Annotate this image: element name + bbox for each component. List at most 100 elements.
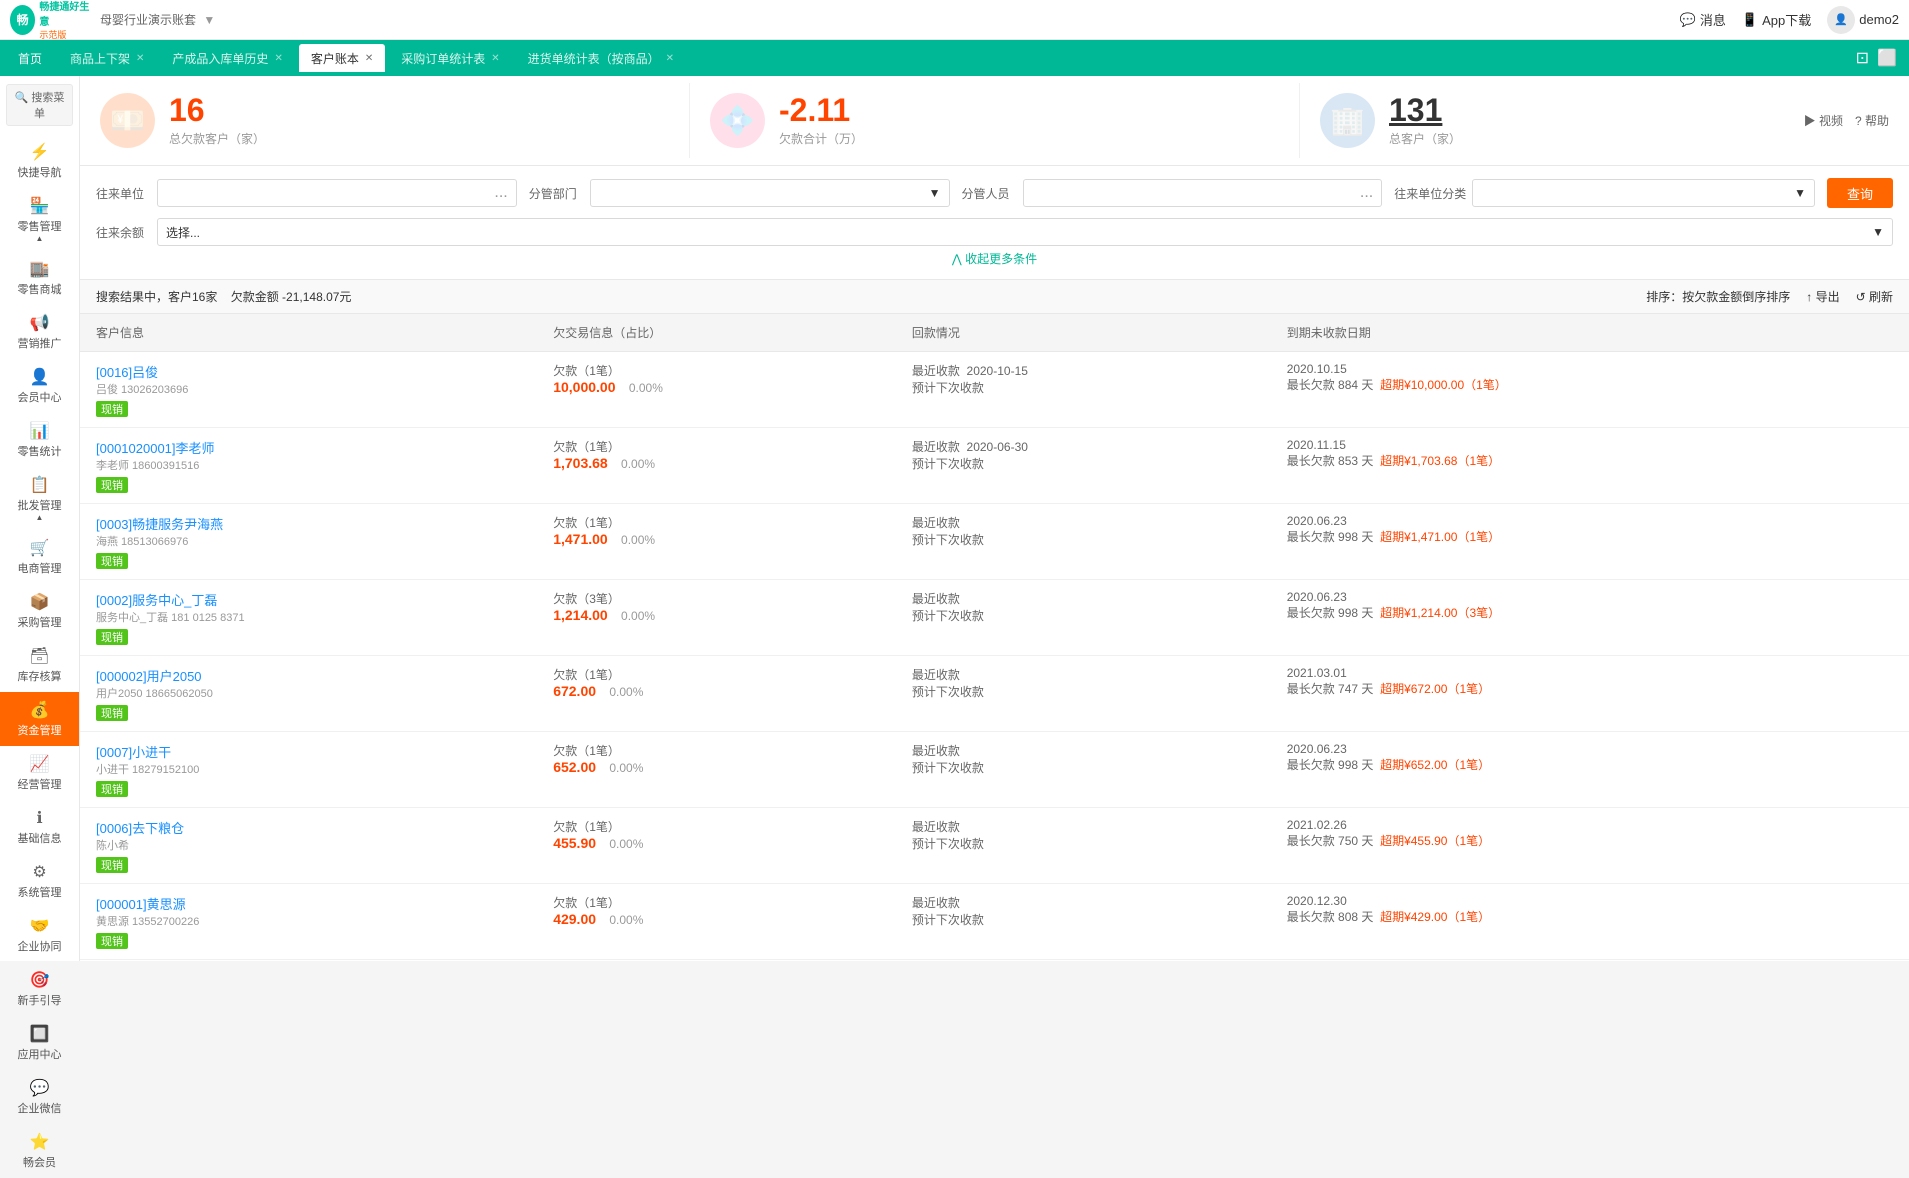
overdue-amount-link[interactable]: 超期¥1,214.00（3笔） bbox=[1380, 606, 1500, 620]
sidebar-item-inventory[interactable]: 🗃 库存核算 bbox=[0, 638, 79, 692]
tab-product-history[interactable]: 产成品入库单历史 ✕ bbox=[160, 44, 294, 72]
overdue-amount-link[interactable]: 超期¥429.00（1笔） bbox=[1380, 910, 1490, 924]
window-restore-button[interactable]: ⊡ bbox=[1856, 48, 1869, 68]
tab-home[interactable]: 首页 bbox=[6, 44, 54, 72]
search-button[interactable]: 查询 bbox=[1827, 178, 1893, 208]
debt-info-cell: 欠款（1笔） 672.00 0.00% bbox=[537, 656, 896, 732]
stat-icon-total-customers: 🏢 bbox=[1320, 93, 1375, 148]
collection-cell: 最近收款 预计下次收款 bbox=[896, 808, 1271, 884]
next-collect-label: 预计下次收款 bbox=[912, 381, 984, 395]
filter-row-1: 往来单位 ... 分管部门 ▼ 分管人员 bbox=[96, 178, 1893, 208]
customer-name-link[interactable]: [000002]用户2050 bbox=[96, 669, 202, 684]
window-maximize-button[interactable]: ⬜ bbox=[1877, 48, 1897, 68]
table-row: [0007]小进干 小进干 18279152100 现销 欠款（1笔） 652.… bbox=[80, 732, 1909, 808]
due-date: 2020.06.23 bbox=[1287, 742, 1347, 756]
customer-name-link[interactable]: [0001020001]李老师 bbox=[96, 441, 215, 456]
table-row: [0016]吕俊 吕俊 13026203696 现销 欠款（1笔） 10,000… bbox=[80, 352, 1909, 428]
customer-name-link[interactable]: [0006]去下粮仓 bbox=[96, 821, 184, 836]
from-unit-label: 往来单位 bbox=[96, 185, 151, 202]
debt-amount[interactable]: 10,000.00 bbox=[553, 379, 615, 395]
balance-select[interactable]: 选择... ▼ bbox=[157, 218, 1893, 246]
sidebar-item-app-center[interactable]: 🔲 应用中心 bbox=[0, 1016, 79, 1070]
help-button[interactable]: ? 帮助 bbox=[1855, 112, 1889, 129]
close-tab-product-shelf[interactable]: ✕ bbox=[136, 53, 144, 64]
sidebar-item-retail-stats[interactable]: 📊 零售统计 bbox=[0, 413, 79, 467]
sort-selector[interactable]: 排序：按欠款金额倒序排序 bbox=[1646, 288, 1790, 305]
last-collect-label: 最近收款 2020-10-15 bbox=[912, 364, 1028, 378]
close-tab-inventory-stats[interactable]: ✕ bbox=[666, 53, 674, 64]
customer-name-link[interactable]: [0003]畅捷服务尹海燕 bbox=[96, 517, 223, 532]
stat-icon-debt-amount: 💠 bbox=[710, 93, 765, 148]
sidebar-item-enterprise[interactable]: 🤝 企业协同 bbox=[0, 908, 79, 962]
sidebar-item-newbie[interactable]: 🎯 新手引导 bbox=[0, 962, 79, 1016]
debt-amount[interactable]: 672.00 bbox=[553, 683, 596, 699]
overdue-days: 最长欠款 998 天 bbox=[1287, 606, 1374, 620]
overdue-days: 最长欠款 750 天 bbox=[1287, 834, 1374, 848]
app-download-button[interactable]: 📱 App下载 bbox=[1742, 10, 1811, 29]
debt-amount[interactable]: 1,703.68 bbox=[553, 455, 608, 471]
debt-amount[interactable]: 1,471.00 bbox=[553, 531, 608, 547]
close-tab-product-history[interactable]: ✕ bbox=[274, 53, 282, 64]
debt-amount[interactable]: 429.00 bbox=[553, 911, 596, 927]
filter-balance: 往来余额 选择... ▼ bbox=[96, 218, 1893, 246]
tab-product-shelf[interactable]: 商品上下架 ✕ bbox=[58, 44, 156, 72]
message-button[interactable]: 💬 消息 bbox=[1680, 10, 1726, 29]
sidebar-item-quick-nav[interactable]: ⚡ 快捷导航 bbox=[0, 134, 79, 188]
customer-name-link[interactable]: [0002]服务中心_丁磊 bbox=[96, 593, 217, 608]
person-input[interactable]: ... bbox=[1023, 179, 1383, 207]
close-tab-customer-account[interactable]: ✕ bbox=[365, 53, 373, 64]
customer-phone: 陈小希 bbox=[96, 840, 129, 852]
view-button[interactable]: ▶ 视频 bbox=[1804, 112, 1843, 129]
collapse-filter-button[interactable]: ⋀ 收起更多条件 bbox=[96, 246, 1893, 271]
sidebar-item-basic-info[interactable]: ℹ 基础信息 bbox=[0, 800, 79, 854]
sidebar-item-finance[interactable]: 💰 资金管理 bbox=[0, 692, 79, 746]
sidebar-item-marketing[interactable]: 📢 营销推广 bbox=[0, 305, 79, 359]
sidebar-item-system[interactable]: ⚙ 系统管理 bbox=[0, 854, 79, 908]
sidebar-item-member-center[interactable]: 👤 会员中心 bbox=[0, 359, 79, 413]
export-button[interactable]: ↑ 导出 bbox=[1806, 288, 1839, 305]
sidebar-item-corp-wechat[interactable]: 💬 企业微信 bbox=[0, 1070, 79, 1124]
overdue-amount-link[interactable]: 超期¥652.00（1笔） bbox=[1380, 758, 1490, 772]
last-collect-label: 最近收款 2020-06-30 bbox=[912, 440, 1028, 454]
sidebar-item-ecommerce[interactable]: 🛒 电商管理 bbox=[0, 530, 79, 584]
debt-amount[interactable]: 1,214.00 bbox=[553, 607, 608, 623]
overdue-amount-link[interactable]: 超期¥455.90（1笔） bbox=[1380, 834, 1490, 848]
overdue-amount-link[interactable]: 超期¥1,703.68（1笔） bbox=[1380, 454, 1500, 468]
debt-amount[interactable]: 455.90 bbox=[553, 835, 596, 851]
debt-amount[interactable]: 652.00 bbox=[553, 759, 596, 775]
from-unit-input[interactable]: ... bbox=[157, 179, 517, 207]
overdue-days: 最长欠款 998 天 bbox=[1287, 758, 1374, 772]
system-selector[interactable]: 母婴行业演示账套 ▼ bbox=[90, 11, 1680, 28]
sidebar-search-area: 🔍 搜索菜单 bbox=[0, 76, 79, 134]
customer-phone: 海燕 18513066976 bbox=[96, 536, 188, 548]
sidebar-item-batch-mgmt[interactable]: 📋 批发管理 ▲ bbox=[0, 467, 79, 530]
debt-pct: 0.00% bbox=[609, 837, 643, 851]
table-header: 客户信息 欠交易信息（占比） 回款情况 到期未收款日期 bbox=[80, 314, 1909, 352]
overdue-amount-link[interactable]: 超期¥672.00（1笔） bbox=[1380, 682, 1490, 696]
stats-row: 💴 16 总欠款客户（家） 💠 -2.11 欠款合计（万） 🏢 bbox=[80, 76, 1909, 166]
tab-purchase-order[interactable]: 采购订单统计表 ✕ bbox=[389, 44, 511, 72]
close-tab-purchase-order[interactable]: ✕ bbox=[491, 53, 499, 64]
customer-tag: 现销 bbox=[96, 401, 128, 417]
debt-info-cell: 欠款（1笔） 429.00 0.00% bbox=[537, 884, 896, 960]
customer-info-cell: [0007]小进干 小进干 18279152100 现销 bbox=[80, 732, 537, 808]
tab-customer-account[interactable]: 客户账本 ✕ bbox=[299, 44, 385, 72]
search-menu-button[interactable]: 🔍 搜索菜单 bbox=[6, 84, 73, 126]
sidebar-item-retail-mgmt[interactable]: 🏪 零售管理 ▲ bbox=[0, 188, 79, 251]
user-avatar[interactable]: 👤 demo2 bbox=[1827, 6, 1899, 34]
refresh-button[interactable]: ↺ 刷新 bbox=[1856, 288, 1893, 305]
overdue-amount-link[interactable]: 超期¥10,000.00（1笔） bbox=[1380, 378, 1507, 392]
tab-inventory-stats[interactable]: 进货单统计表（按商品） ✕ bbox=[516, 44, 686, 72]
sidebar-item-ops-mgmt[interactable]: 📈 经营管理 bbox=[0, 746, 79, 800]
sidebar-item-retail-mall[interactable]: 🏬 零售商城 bbox=[0, 251, 79, 305]
dept-select[interactable]: ▼ bbox=[590, 179, 950, 207]
sidebar-item-purchase-mgmt[interactable]: 📦 采购管理 bbox=[0, 584, 79, 638]
table-row: [0006]去下粮仓 陈小希 现销 欠款（1笔） 455.90 0.00% 最近… bbox=[80, 808, 1909, 884]
customer-name-link[interactable]: [000001]黄思源 bbox=[96, 897, 186, 912]
sidebar-item-vip[interactable]: ⭐ 畅会员 bbox=[0, 1124, 79, 1178]
unit-category-select[interactable]: ▼ bbox=[1472, 179, 1815, 207]
overdue-amount-link[interactable]: 超期¥1,471.00（1笔） bbox=[1380, 530, 1500, 544]
customer-name-link[interactable]: [0016]吕俊 bbox=[96, 365, 158, 380]
customer-name-link[interactable]: [0007]小进干 bbox=[96, 745, 171, 760]
result-actions: 排序：按欠款金额倒序排序 ↑ 导出 ↺ 刷新 bbox=[1646, 288, 1893, 305]
